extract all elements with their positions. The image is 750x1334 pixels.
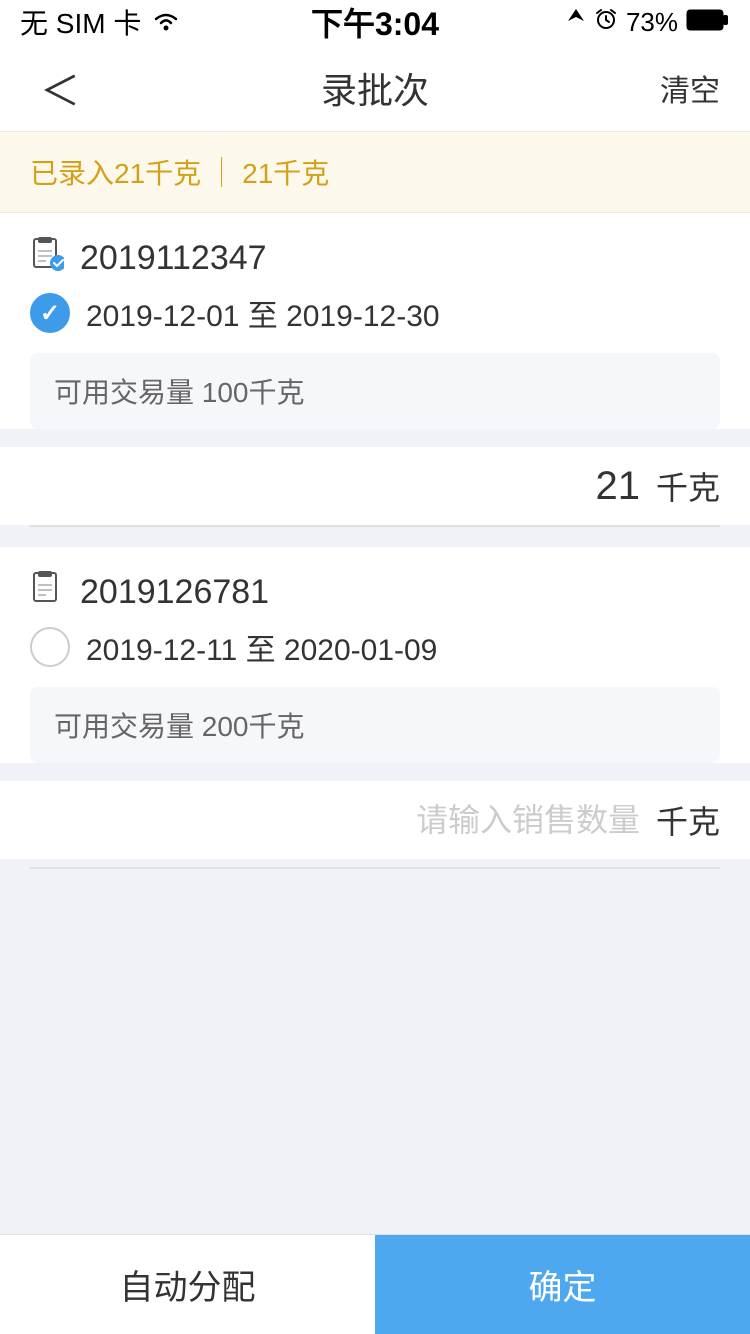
- input-row-2[interactable]: 千克: [0, 781, 750, 859]
- back-button[interactable]: ＜: [30, 49, 90, 127]
- battery-percent: 73%: [626, 7, 678, 38]
- batch-availability-1: 可用交易量 100千克: [30, 353, 720, 429]
- batch-number-1: 2019112347: [80, 239, 267, 278]
- batch-header-2: 2019126781: [30, 571, 720, 613]
- batch-radio-2[interactable]: [30, 627, 70, 667]
- clear-button[interactable]: 清空: [660, 66, 720, 110]
- section-divider: [0, 527, 750, 547]
- info-banner: 已录入21千克 21千克: [0, 132, 750, 213]
- status-bar: 无 SIM 卡 下午3:04 73%: [0, 0, 750, 44]
- alarm-icon: [594, 7, 618, 38]
- battery-icon: [686, 7, 730, 38]
- location-icon: [566, 7, 586, 38]
- status-time: 下午3:04: [311, 0, 439, 45]
- carrier-text: 无 SIM 卡: [20, 2, 141, 42]
- batch-date-row-1: 2019-12-01 至 2019-12-30: [30, 291, 720, 335]
- batch-availability-2: 可用交易量 200千克: [30, 687, 720, 763]
- status-left: 无 SIM 卡: [20, 2, 181, 42]
- quantity-value-1: 21: [595, 464, 640, 509]
- auto-distribute-button[interactable]: 自动分配: [0, 1235, 375, 1334]
- batch-date-row-2: 2019-12-11 至 2020-01-09: [30, 625, 720, 669]
- quantity-unit-1: 千克: [656, 463, 720, 509]
- info-label: 已录入21千克: [30, 152, 201, 192]
- batch-icon-1: [30, 237, 64, 279]
- batch-date-2: 2019-12-11 至 2020-01-09: [86, 625, 437, 669]
- batch-icon-2: [30, 571, 64, 613]
- nav-title: 录批次: [321, 62, 429, 114]
- status-right: 73%: [566, 7, 730, 38]
- quantity-row-1: 21 千克: [0, 447, 750, 525]
- input-unit-2: 千克: [656, 797, 720, 843]
- nav-bar: ＜ 录批次 清空: [0, 44, 750, 132]
- batch-date-1: 2019-12-01 至 2019-12-30: [86, 291, 440, 335]
- batch-item-1: 2019112347 2019-12-01 至 2019-12-30 可用交易量…: [0, 213, 750, 429]
- quantity-input-2[interactable]: [30, 802, 640, 839]
- batch-item-2: 2019126781 2019-12-11 至 2020-01-09 可用交易量…: [0, 547, 750, 763]
- batch-radio-1[interactable]: [30, 293, 70, 333]
- info-value: 21千克: [242, 152, 329, 192]
- batch-number-2: 2019126781: [80, 573, 269, 612]
- wifi-icon: [151, 6, 181, 38]
- confirm-button[interactable]: 确定: [375, 1235, 750, 1334]
- info-divider: [221, 157, 222, 187]
- bottom-bar: 自动分配 确定: [0, 1234, 750, 1334]
- batch-header-1: 2019112347: [30, 237, 720, 279]
